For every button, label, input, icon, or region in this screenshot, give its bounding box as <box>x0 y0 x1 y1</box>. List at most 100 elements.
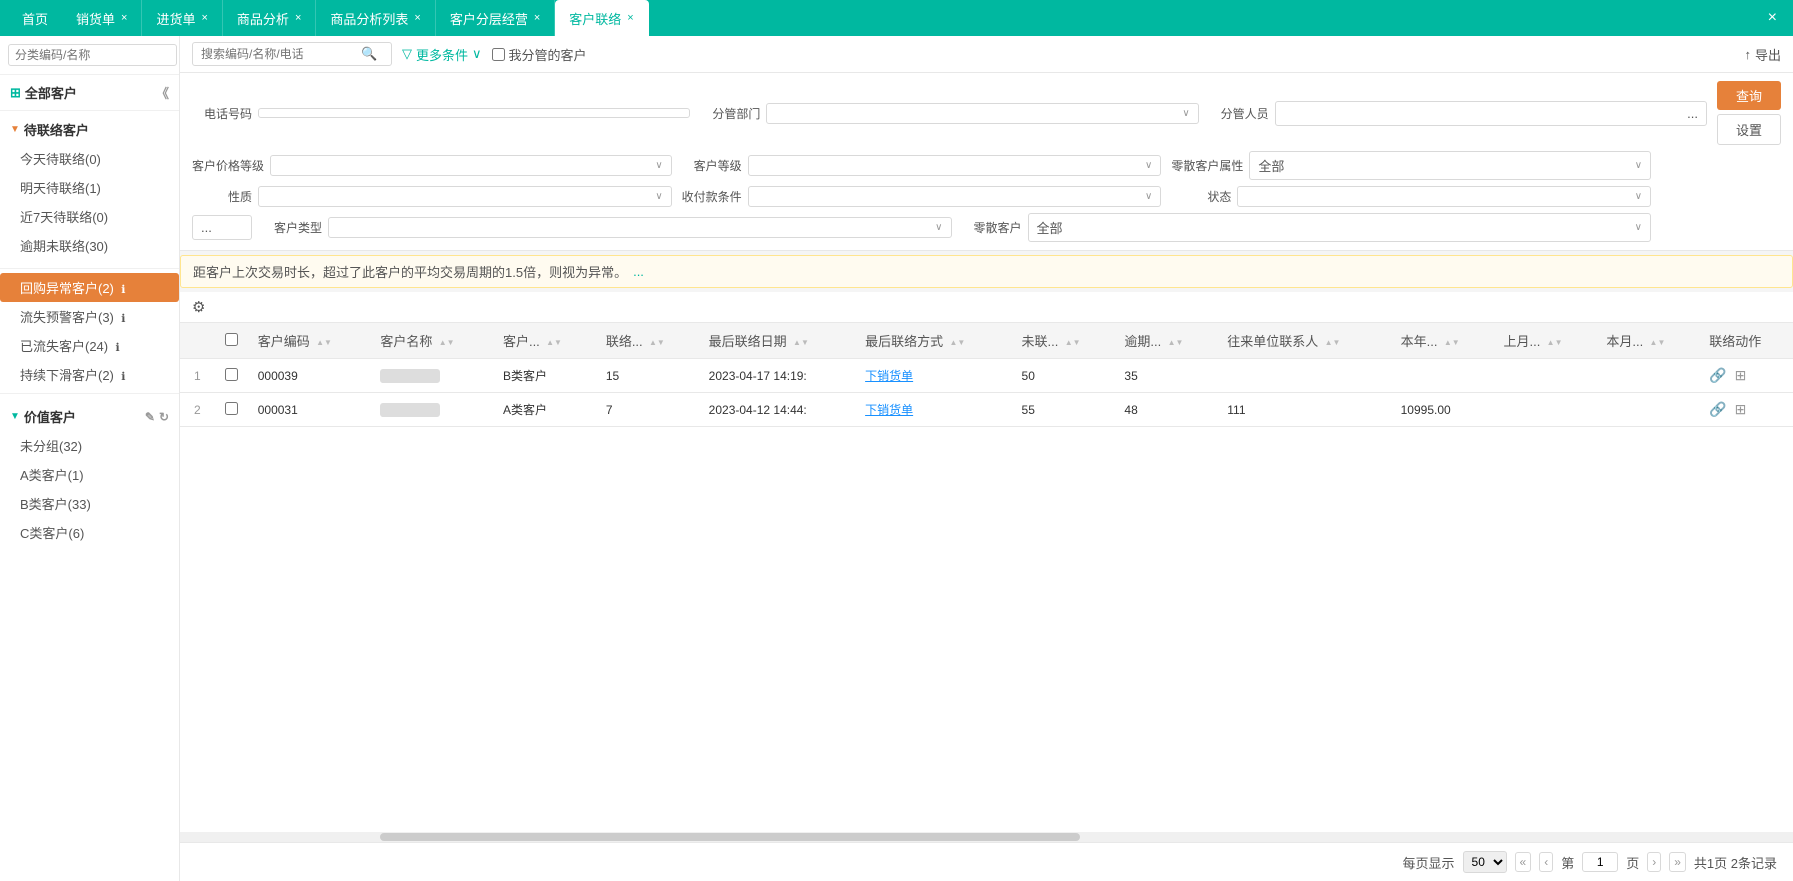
col-unread-header[interactable]: 未联... ▲▼ <box>1012 323 1115 359</box>
last-date-sort[interactable]: ▲▼ <box>793 339 809 347</box>
nav-product-list[interactable]: 商品分析列表 × <box>316 0 435 36</box>
nav-customer-layer-close[interactable]: × <box>534 12 540 24</box>
type-sort[interactable]: ▲▼ <box>546 339 562 347</box>
nav-product-analysis-close[interactable]: × <box>295 12 301 24</box>
sidebar-search-input[interactable] <box>8 44 177 66</box>
sidebar-class-c[interactable]: C类客户(6) <box>0 518 179 547</box>
col-this-month-header[interactable]: 本月... ▲▼ <box>1596 323 1699 359</box>
retail-attr-select[interactable]: 全部 ∨ <box>1249 151 1651 180</box>
sidebar-class-b[interactable]: B类客户(33) <box>0 489 179 518</box>
setting-button[interactable]: 设置 <box>1717 114 1781 145</box>
last-month-sort[interactable]: ▲▼ <box>1547 339 1563 347</box>
more-conditions-btn[interactable]: ▽ 更多条件 ∨ <box>402 45 482 64</box>
row1-link-icon[interactable]: 🔗 <box>1709 367 1726 384</box>
per-page-select[interactable]: 50 <box>1463 851 1507 873</box>
contact-sort[interactable]: ▲▼ <box>649 339 665 347</box>
nav-customer-contact[interactable]: 客户联络 × <box>555 0 648 36</box>
nav-customer-layer[interactable]: 客户分层经营 × <box>436 0 555 36</box>
row1-checkbox[interactable] <box>225 368 238 381</box>
contact-person-sort[interactable]: ▲▼ <box>1325 339 1341 347</box>
unread-sort[interactable]: ▲▼ <box>1065 339 1081 347</box>
main-search-icon[interactable]: 🔍 <box>361 46 377 62</box>
wait-contact-title[interactable]: ▼ 待联络客户 <box>0 115 179 144</box>
last-way-sort[interactable]: ▲▼ <box>949 339 965 347</box>
select-all-checkbox[interactable] <box>225 333 238 346</box>
col-contact-person-header[interactable]: 往来单位联系人 ▲▼ <box>1217 323 1390 359</box>
nav-sales[interactable]: 销货单 × <box>62 0 142 36</box>
last-page-button[interactable]: » <box>1669 852 1686 872</box>
col-name-header[interactable]: 客户名称 ▲▼ <box>370 323 493 359</box>
nav-customer-contact-close[interactable]: × <box>627 12 633 24</box>
this-year-sort[interactable]: ▲▼ <box>1444 339 1460 347</box>
pay-condition-select[interactable]: ∨ <box>748 186 1162 207</box>
phone-input[interactable] <box>258 108 690 118</box>
first-page-button[interactable]: « <box>1515 852 1532 872</box>
row1-last-way[interactable]: 下销货单 <box>855 359 1011 393</box>
name-sort[interactable]: ▲▼ <box>439 339 455 347</box>
this-month-sort[interactable]: ▲▼ <box>1650 339 1666 347</box>
overdue-sort[interactable]: ▲▼ <box>1168 339 1184 347</box>
query-button[interactable]: 查询 <box>1717 81 1781 110</box>
sidebar-already-lost[interactable]: 已流失客户(24) ℹ <box>0 331 179 360</box>
col-last-month-header[interactable]: 上月... ▲▼ <box>1493 323 1596 359</box>
dots-input[interactable]: ... <box>192 215 252 240</box>
page-number-input[interactable] <box>1582 852 1618 872</box>
dept-arrow: ∨ <box>1182 108 1189 119</box>
row2-grid-icon[interactable]: ⊞ <box>1735 401 1747 418</box>
col-overdue-header[interactable]: 逾期... ▲▼ <box>1114 323 1217 359</box>
value-refresh-icon[interactable]: ↻ <box>159 410 169 424</box>
sidebar-today-contact[interactable]: 今天待联络(0) <box>0 144 179 173</box>
nav-sales-close[interactable]: × <box>121 12 127 24</box>
gender-select[interactable]: ∨ <box>258 186 672 207</box>
sidebar-repurchase-abnormal[interactable]: 回购异常客户(2) ℹ <box>0 273 179 302</box>
gender-field: 性质 ∨ <box>192 186 672 207</box>
code-sort[interactable]: ▲▼ <box>316 339 332 347</box>
customer-type-select[interactable]: ∨ <box>328 217 952 238</box>
dept-select[interactable]: ∨ <box>766 103 1198 124</box>
col-type-header[interactable]: 客户... ▲▼ <box>493 323 596 359</box>
row1-grid-icon[interactable]: ⊞ <box>1735 367 1747 384</box>
row1-this-year <box>1391 359 1494 393</box>
nav-purchase[interactable]: 进货单 × <box>142 0 222 36</box>
col-contact-header[interactable]: 联络... ▲▼ <box>596 323 699 359</box>
manager-input[interactable]: ... <box>1275 101 1707 126</box>
row2-last-way[interactable]: 下销货单 <box>855 393 1011 427</box>
sidebar-tomorrow-contact[interactable]: 明天待联络(1) <box>0 173 179 202</box>
nav-product-list-close[interactable]: × <box>414 12 420 24</box>
prev-page-button[interactable]: ‹ <box>1539 852 1553 872</box>
col-last-way-header[interactable]: 最后联络方式 ▲▼ <box>855 323 1011 359</box>
sidebar-class-a[interactable]: A类客户(1) <box>0 460 179 489</box>
horizontal-scrollbar[interactable] <box>180 832 1793 842</box>
value-customers-title[interactable]: ▼ 价值客户 ✎ ↻ <box>0 402 179 431</box>
export-button[interactable]: ↑ 导出 <box>1744 45 1781 64</box>
nav-home[interactable]: 首页 <box>8 0 62 36</box>
my-customers-checkbox-label[interactable]: 我分管的客户 <box>492 45 587 64</box>
col-this-year-header[interactable]: 本年... ▲▼ <box>1391 323 1494 359</box>
sidebar-overdue-contact[interactable]: 逾期未联络(30) <box>0 231 179 260</box>
col-code-header[interactable]: 客户编码 ▲▼ <box>248 323 371 359</box>
nav-product-analysis[interactable]: 商品分析 × <box>223 0 316 36</box>
my-customers-checkbox[interactable] <box>492 48 505 61</box>
scroll-bar-thumb[interactable] <box>380 833 1080 841</box>
value-customers-section: ▼ 价值客户 ✎ ↻ 未分组(32) A类客户(1) B类客户(33) C类客户… <box>0 398 179 551</box>
sidebar-ungroup[interactable]: 未分组(32) <box>0 431 179 460</box>
main-search-input[interactable] <box>201 47 361 61</box>
sidebar-keep-down[interactable]: 持续下滑客户(2) ℹ <box>0 360 179 389</box>
row2-type: A类客户 <box>493 393 596 427</box>
row2-link-icon[interactable]: 🔗 <box>1709 401 1726 418</box>
price-grade-field: 客户价格等级 ∨ <box>192 155 672 176</box>
retail-customer-select[interactable]: 全部 ∨ <box>1028 213 1652 242</box>
next-page-button[interactable]: › <box>1647 852 1661 872</box>
value-edit-icon[interactable]: ✎ <box>145 410 155 424</box>
col-last-date-header[interactable]: 最后联络日期 ▲▼ <box>699 323 855 359</box>
global-close-button[interactable]: × <box>1760 9 1785 27</box>
price-grade-select[interactable]: ∨ <box>270 155 672 176</box>
nav-purchase-close[interactable]: × <box>201 12 207 24</box>
table-gear-icon[interactable]: ⚙ <box>192 298 205 316</box>
sidebar-7days-contact[interactable]: 近7天待联络(0) <box>0 202 179 231</box>
status-select[interactable]: ∨ <box>1237 186 1651 207</box>
row2-checkbox[interactable] <box>225 402 238 415</box>
customer-grade-select[interactable]: ∨ <box>748 155 1162 176</box>
sidebar-collapse-icon[interactable]: 《 <box>156 83 169 102</box>
sidebar-lost-risk[interactable]: 流失预警客户(3) ℹ <box>0 302 179 331</box>
